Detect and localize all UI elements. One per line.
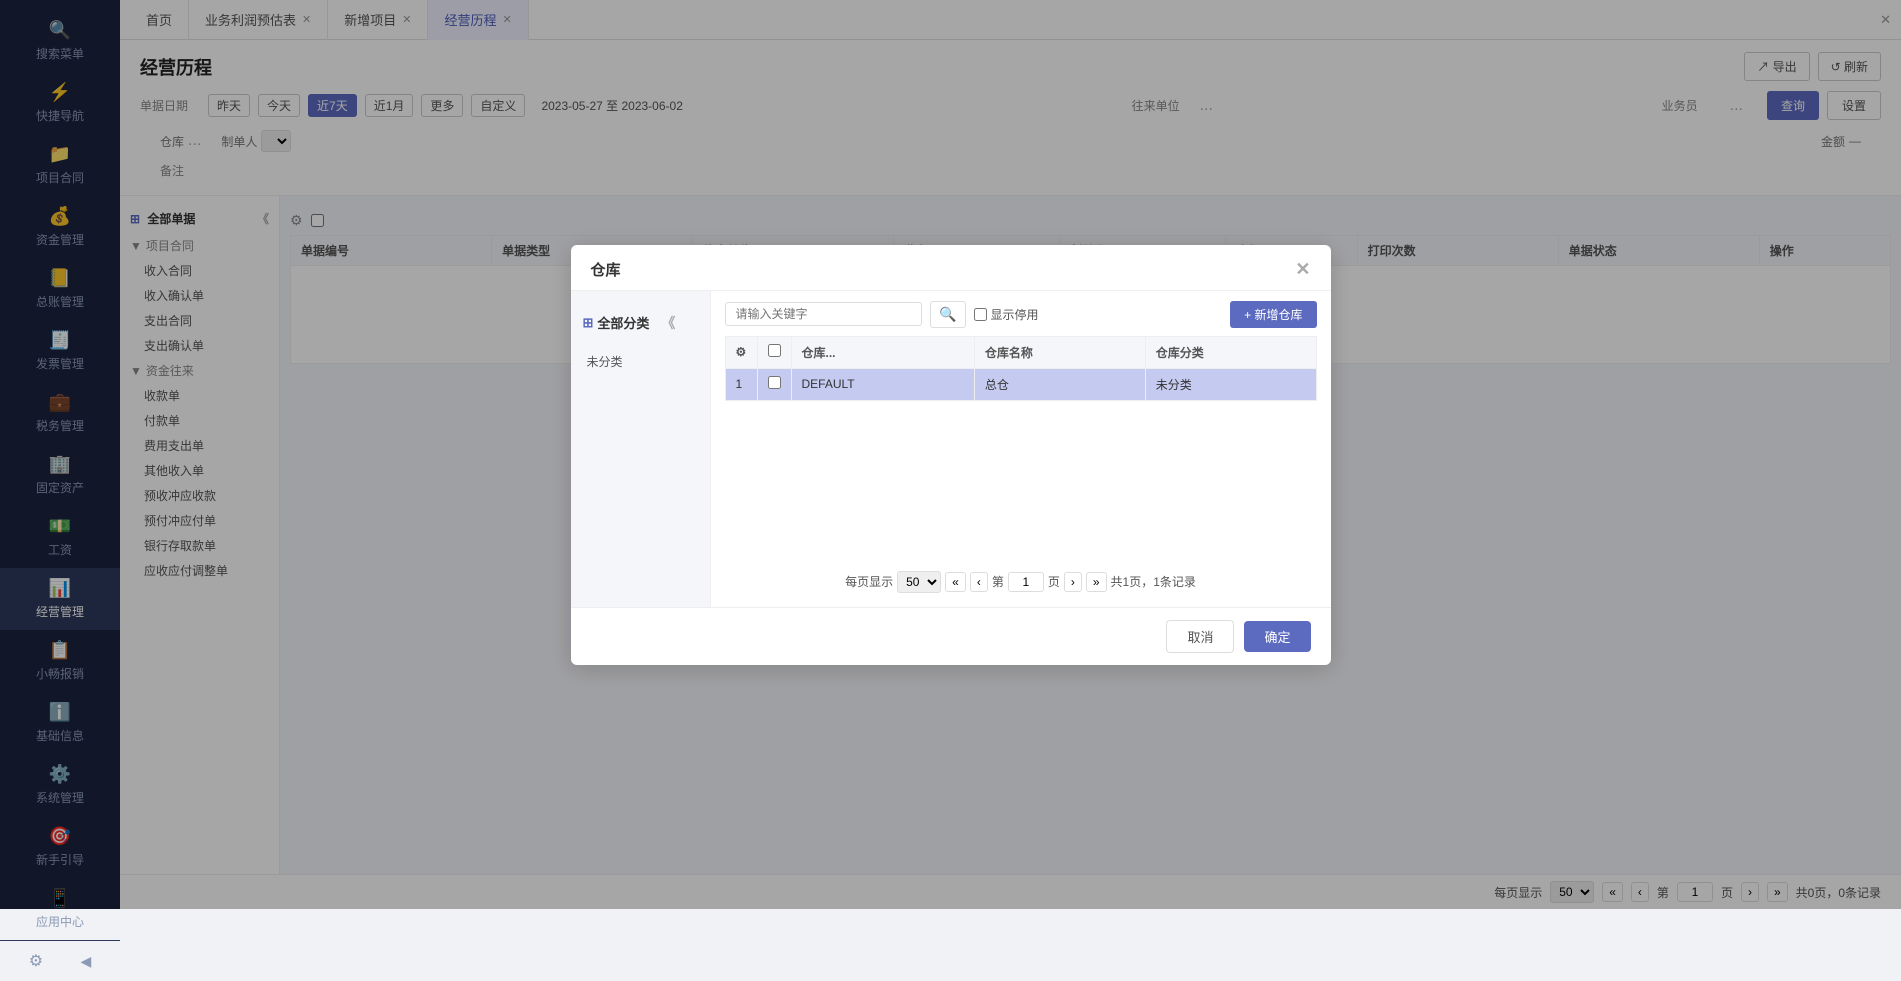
modal-show-disabled-label[interactable]: 显示停用 [974,306,1039,323]
modal-col-gear: ⚙ [725,336,757,368]
modal-row-checkbox[interactable] [757,368,791,400]
modal-col-code: 仓库... [791,336,974,368]
modal-left-item-uncategorized[interactable]: 未分类 [571,347,710,376]
modal-cancel-button[interactable]: 取消 [1166,620,1234,653]
modal-row-code: DEFAULT [791,368,974,400]
modal-left-header: ⊞ 全部分类 《 [571,299,710,347]
modal-close-button[interactable]: ✕ [1295,259,1310,280]
modal-body: ⊞ 全部分类 《 未分类 🔍 显示停用 [571,291,1331,607]
modal-page-word: 第 [992,573,1004,590]
modal-footer: 取消 确定 [571,607,1331,665]
modal-right-panel: 🔍 显示停用 + 新增仓库 ⚙ [711,291,1331,607]
modal-page-label: 页 [1048,573,1060,590]
modal-overlay: 仓库 ✕ ⊞ 全部分类 《 未分类 🔍 [0,0,1901,909]
modal-table-row[interactable]: 1 DEFAULT 总仓 未分类 [725,368,1316,400]
modal-add-warehouse-button[interactable]: + 新增仓库 [1230,301,1316,328]
modal-col-name: 仓库名称 [974,336,1145,368]
modal-col-checkbox [757,336,791,368]
modal-title: 仓库 [591,259,621,280]
modal-header: 仓库 ✕ [571,245,1331,291]
modal-per-page-select[interactable]: 50 [897,571,941,593]
modal-confirm-button[interactable]: 确定 [1244,621,1310,652]
modal-table-header: ⚙ 仓库... 仓库名称 仓库分类 [725,336,1316,368]
sidebar-settings-icon[interactable]: ⚙ [29,951,43,971]
modal-next-page-btn[interactable]: › [1064,572,1082,592]
modal-select-all[interactable] [768,344,781,357]
modal-collapse-icon[interactable]: 《 [653,307,683,339]
modal-search-input[interactable] [725,302,923,326]
row-checkbox[interactable] [768,376,781,389]
modal-last-page-btn[interactable]: » [1086,572,1107,592]
sidebar-collapse-icon[interactable]: ◀ [81,953,92,970]
modal-all-categories: 全部分类 [597,313,649,332]
modal-left-panel: ⊞ 全部分类 《 未分类 [571,291,711,607]
sidebar-item-label: 应用中心 [36,913,84,930]
modal-table-container: ⚙ 仓库... 仓库名称 仓库分类 1 [725,336,1317,563]
modal-row-num: 1 [725,368,757,400]
modal-row-category: 未分类 [1145,368,1316,400]
modal-search-button[interactable]: 🔍 [930,301,965,328]
modal-first-page-btn[interactable]: « [945,572,966,592]
modal-per-page-label: 每页显示 [845,573,893,590]
modal-row-name: 总仓 [974,368,1145,400]
modal-page-input[interactable] [1008,572,1044,592]
warehouse-modal: 仓库 ✕ ⊞ 全部分类 《 未分类 🔍 [571,245,1331,665]
modal-grid-icon: ⊞ [583,315,594,331]
modal-pagination: 每页显示 50 « ‹ 第 页 › » 共1页，1条记录 [725,563,1317,597]
modal-prev-page-btn[interactable]: ‹ [970,572,988,592]
modal-col-category: 仓库分类 [1145,336,1316,368]
modal-total: 共1页，1条记录 [1111,573,1196,590]
show-disabled-checkbox[interactable] [974,308,987,321]
modal-toolbar: 🔍 显示停用 + 新增仓库 [725,301,1317,328]
sidebar-bottom: ⚙ ◀ [0,940,120,981]
modal-table: ⚙ 仓库... 仓库名称 仓库分类 1 [725,336,1317,401]
